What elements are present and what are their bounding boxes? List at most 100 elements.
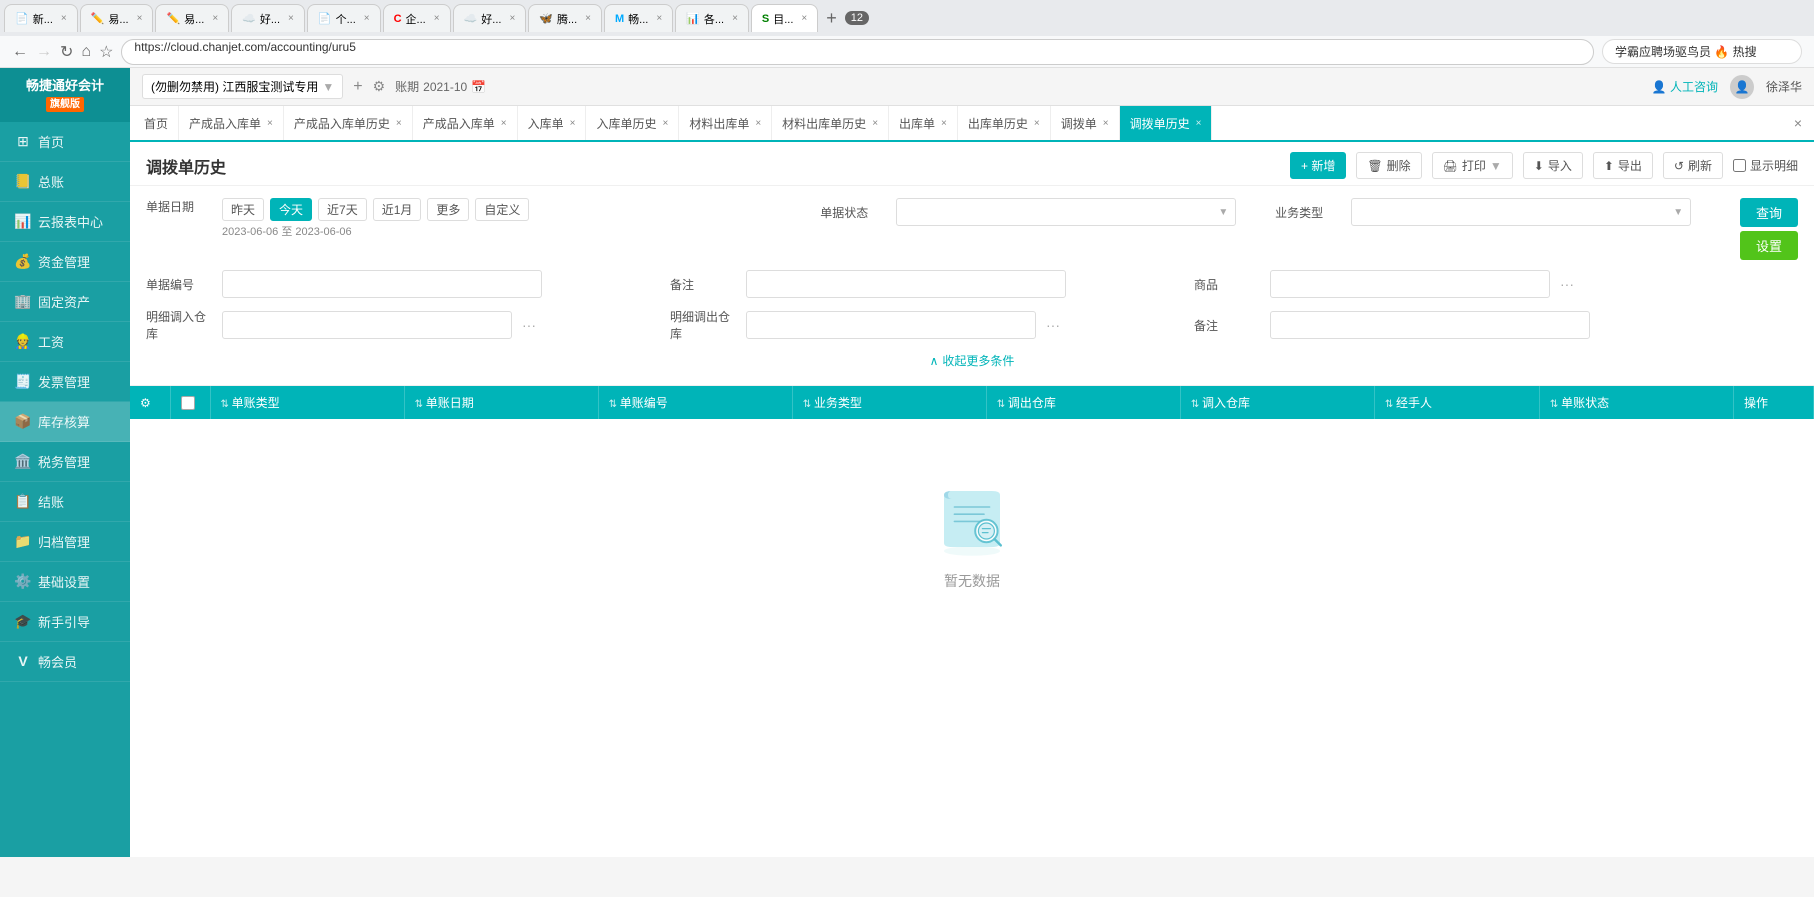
- address-bar[interactable]: https://cloud.chanjet.com/accounting/uru…: [121, 39, 1594, 65]
- nav-tab-9[interactable]: 出库单历史 ×: [958, 106, 1051, 140]
- tab-close-9[interactable]: ×: [656, 13, 662, 24]
- nav-tab-4[interactable]: 入库单 ×: [518, 106, 587, 140]
- new-tab-button[interactable]: +: [820, 8, 843, 29]
- nav-tab-11[interactable]: 调拨单历史 ×: [1120, 106, 1213, 140]
- sidebar-item-reports[interactable]: 📊 云报表中心: [0, 202, 130, 242]
- th-handler[interactable]: ⇅ 经手人: [1374, 386, 1539, 419]
- th-out-warehouse[interactable]: ⇅ 调出仓库: [986, 386, 1180, 419]
- sidebar-item-archive[interactable]: 📁 归档管理: [0, 522, 130, 562]
- browser-tab-8[interactable]: 🦋 腾... ×: [528, 4, 602, 32]
- tab-close-7[interactable]: ×: [509, 13, 515, 24]
- remark-input[interactable]: [746, 270, 1066, 298]
- collapse-button[interactable]: ∧ 收起更多条件: [146, 348, 1798, 373]
- nav-tab-2[interactable]: 产成品入库单历史 ×: [284, 106, 413, 140]
- nav-tab-6[interactable]: 材料出库单 ×: [679, 106, 772, 140]
- sidebar-item-invoice[interactable]: 🧾 发票管理: [0, 362, 130, 402]
- sidebar-item-guide[interactable]: 🎓 新手引导: [0, 602, 130, 642]
- browser-tab-11[interactable]: S 目... ×: [751, 4, 818, 32]
- goods-input[interactable]: [1270, 270, 1550, 298]
- company-settings-button[interactable]: ⚙: [373, 78, 386, 95]
- nav-tab-7[interactable]: 材料出库单历史 ×: [772, 106, 889, 140]
- nav-tab-5-close[interactable]: ×: [662, 118, 668, 129]
- sidebar-item-payroll[interactable]: 👷 工资: [0, 322, 130, 362]
- biz-type-select[interactable]: [1351, 198, 1691, 226]
- import-button[interactable]: ⬇ 导入: [1523, 152, 1583, 179]
- browser-tab-7[interactable]: ☁️ 好... ×: [453, 4, 527, 32]
- sidebar-item-settings[interactable]: ⚙️ 基础设置: [0, 562, 130, 602]
- browser-tab-6[interactable]: C 企... ×: [383, 4, 451, 32]
- sidebar-item-tax[interactable]: 🏛️ 税务管理: [0, 442, 130, 482]
- nav-tab-6-close[interactable]: ×: [755, 118, 761, 129]
- tab-close-5[interactable]: ×: [364, 13, 370, 24]
- nav-tab-4-close[interactable]: ×: [570, 118, 576, 129]
- nav-tab-10[interactable]: 调拨单 ×: [1051, 106, 1120, 140]
- tab-close-2[interactable]: ×: [137, 13, 143, 24]
- sidebar-item-funds[interactable]: 💰 资金管理: [0, 242, 130, 282]
- nav-tab-5[interactable]: 入库单历史 ×: [586, 106, 679, 140]
- nav-tab-3[interactable]: 产成品入库单 ×: [413, 106, 518, 140]
- nav-tab-8[interactable]: 出库单 ×: [889, 106, 958, 140]
- sidebar-item-inventory[interactable]: 📦 库存核算: [0, 402, 130, 442]
- browser-tab-4[interactable]: ☁️ 好... ×: [231, 4, 305, 32]
- date-btn-more[interactable]: 更多: [427, 198, 469, 221]
- display-checkbox[interactable]: [1733, 159, 1746, 172]
- th-gear[interactable]: ⚙: [130, 386, 170, 419]
- export-button[interactable]: ⬆ 导出: [1593, 152, 1653, 179]
- browser-tab-10[interactable]: 📊 各... ×: [675, 4, 749, 32]
- search-box[interactable]: 学霸应聘场驱鸟员 🔥 热搜: [1602, 39, 1802, 64]
- sidebar-item-home[interactable]: ⊞ 首页: [0, 122, 130, 162]
- browser-tab-1[interactable]: 📄 新... ×: [4, 4, 78, 32]
- display-toggle[interactable]: 显示明细: [1733, 157, 1798, 174]
- tab-close-1[interactable]: ×: [61, 13, 67, 24]
- date-btn-1month[interactable]: 近1月: [373, 198, 422, 221]
- query-button[interactable]: 查询: [1740, 198, 1798, 227]
- nav-tab-3-close[interactable]: ×: [501, 118, 507, 129]
- company-selector[interactable]: (勿删勿禁用) 江西服宝测试专用 ▼: [142, 74, 343, 99]
- nav-tab-9-close[interactable]: ×: [1034, 118, 1040, 129]
- forward-button[interactable]: →: [36, 43, 52, 61]
- nav-tab-7-close[interactable]: ×: [872, 118, 878, 129]
- tab-close-3[interactable]: ×: [212, 13, 218, 24]
- th-checkbox[interactable]: [170, 386, 210, 419]
- date-btn-today[interactable]: 今天: [270, 198, 312, 221]
- sidebar-item-assets[interactable]: 🏢 固定资产: [0, 282, 130, 322]
- sidebar-item-vip[interactable]: V 畅会员: [0, 642, 130, 682]
- close-all-button[interactable]: ×: [1786, 115, 1810, 131]
- date-btn-7days[interactable]: 近7天: [318, 198, 367, 221]
- user-service-link[interactable]: 👤 人工咨询: [1652, 78, 1718, 95]
- th-in-warehouse[interactable]: ⇅ 调入仓库: [1180, 386, 1374, 419]
- select-all-checkbox[interactable]: [181, 396, 195, 410]
- browser-tab-2[interactable]: ✏️ 易... ×: [80, 4, 154, 32]
- home-button[interactable]: ⌂: [81, 43, 91, 61]
- th-number[interactable]: ⇅ 单账编号: [598, 386, 792, 419]
- delete-button[interactable]: 🗑 删除: [1356, 152, 1421, 179]
- nav-tab-home[interactable]: 首页: [134, 106, 179, 140]
- sidebar-item-closing[interactable]: 📋 结账: [0, 482, 130, 522]
- tab-close-11[interactable]: ×: [801, 13, 807, 24]
- refresh-browser-button[interactable]: ↻: [60, 42, 73, 62]
- th-date[interactable]: ⇅ 单账日期: [404, 386, 598, 419]
- refresh-button[interactable]: ↺ 刷新: [1663, 152, 1723, 179]
- th-status[interactable]: ⇅ 单账状态: [1539, 386, 1733, 419]
- th-type[interactable]: ⇅ 单账类型: [210, 386, 404, 419]
- nav-tab-10-close[interactable]: ×: [1103, 118, 1109, 129]
- detail-out-input[interactable]: [746, 311, 1036, 339]
- status-select[interactable]: [896, 198, 1236, 226]
- print-button[interactable]: 🖨 打印 ▼: [1432, 152, 1513, 179]
- gear-icon[interactable]: ⚙: [140, 396, 151, 410]
- browser-tab-3[interactable]: ✏️ 易... ×: [155, 4, 229, 32]
- nav-tab-1-close[interactable]: ×: [267, 118, 273, 129]
- doc-number-input[interactable]: [222, 270, 542, 298]
- detail-in-dots-button[interactable]: ···: [522, 317, 536, 333]
- nav-tab-8-close[interactable]: ×: [941, 118, 947, 129]
- detail-in-input[interactable]: [222, 311, 512, 339]
- goods-dots-button[interactable]: ···: [1560, 276, 1574, 292]
- browser-tab-9[interactable]: M 畅... ×: [604, 4, 673, 32]
- remark2-input[interactable]: [1270, 311, 1590, 339]
- filter-settings-button[interactable]: 设置: [1740, 231, 1798, 260]
- tab-close-4[interactable]: ×: [288, 13, 294, 24]
- back-button[interactable]: ←: [12, 43, 28, 61]
- calendar-icon[interactable]: 📅: [471, 80, 486, 94]
- add-company-button[interactable]: +: [353, 78, 362, 96]
- tab-close-8[interactable]: ×: [585, 13, 591, 24]
